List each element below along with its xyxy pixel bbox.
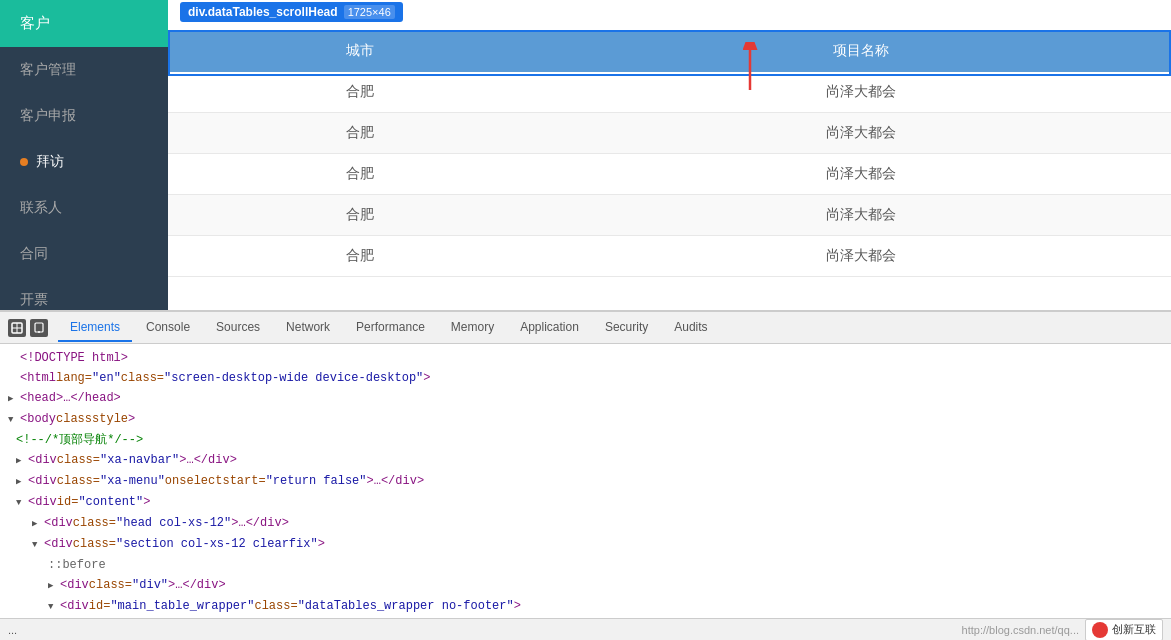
tab-performance[interactable]: Performance	[344, 314, 437, 342]
sidebar-item-label: 合同	[20, 245, 48, 263]
watermark-brand-box: 创新互联	[1085, 619, 1163, 641]
tab-network[interactable]: Network	[274, 314, 342, 342]
expand-icon[interactable]	[16, 472, 28, 491]
sidebar-item-label: 拜访	[36, 153, 64, 171]
table-row: 合肥尚泽大都会	[168, 154, 1171, 195]
code-line: <div class="section col-xs-12 clearfix" …	[0, 534, 1171, 555]
sidebar-item-label: 客户管理	[20, 61, 76, 79]
expand-icon[interactable]	[32, 535, 44, 554]
tab-security[interactable]: Security	[593, 314, 660, 342]
sidebar-item-label: 客户申报	[20, 107, 76, 125]
table-row: 合肥尚泽大都会	[168, 195, 1171, 236]
tab-sources[interactable]: Sources	[204, 314, 272, 342]
code-line: <div id="content" >	[0, 492, 1171, 513]
sidebar-item-label: 开票	[20, 291, 48, 309]
status-dots: ...	[8, 624, 17, 636]
code-line: <div class="head col-xs-12" >…</div>	[0, 513, 1171, 534]
devtools-statusbar: ... http://blog.csdn.net/qq... 创新互联	[0, 618, 1171, 640]
table-header-row: 城市 项目名称	[168, 30, 1171, 72]
table-row: 合肥尚泽大都会	[168, 72, 1171, 113]
expand-icon[interactable]	[48, 576, 60, 595]
expand-icon[interactable]	[32, 514, 44, 533]
browser-area: 客户 客户管理 客户申报 拜访 联系人 合同 开票 公海 div.dataTab…	[0, 0, 1171, 310]
sidebar-item-invoice[interactable]: 开票	[0, 277, 168, 310]
code-line: <html lang="en" class="screen-desktop-wi…	[0, 368, 1171, 388]
main-content: div.dataTables_scrollHead 1725×46 城市 项目	[168, 0, 1171, 310]
tooltip-dimensions: 1725×46	[344, 5, 395, 19]
devtools-code-area[interactable]: <!DOCTYPE html> <html lang="en" class="s…	[0, 344, 1171, 618]
tooltip-tag: div.dataTables_scrollHead	[188, 5, 338, 19]
expand-icon[interactable]	[8, 410, 20, 429]
sidebar-item-customer-report[interactable]: 客户申报	[0, 93, 168, 139]
table-row: 合肥尚泽大都会	[168, 113, 1171, 154]
devtools-panel: Elements Console Sources Network Perform…	[0, 310, 1171, 640]
expand-icon[interactable]	[16, 493, 28, 512]
code-line: <div class="xa-menu" onselectstart="retu…	[0, 471, 1171, 492]
sidebar-item-label: 联系人	[20, 199, 62, 217]
tab-console[interactable]: Console	[134, 314, 202, 342]
code-line: <!DOCTYPE html>	[0, 348, 1171, 368]
tab-elements[interactable]: Elements	[58, 314, 132, 342]
code-line: <head>…</head>	[0, 388, 1171, 409]
sidebar: 客户 客户管理 客户申报 拜访 联系人 合同 开票 公海	[0, 0, 168, 310]
table-row: 合肥尚泽大都会	[168, 236, 1171, 277]
devtools-icons	[8, 319, 48, 337]
tab-application[interactable]: Application	[508, 314, 591, 342]
watermark-url: http://blog.csdn.net/qq...	[962, 624, 1079, 636]
code-line: <div class="div" >…</div>	[0, 575, 1171, 596]
watermark: http://blog.csdn.net/qq... 创新互联	[962, 619, 1163, 641]
brand-name: 创新互联	[1112, 622, 1156, 637]
sidebar-item-contacts[interactable]: 联系人	[0, 185, 168, 231]
tab-audits[interactable]: Audits	[662, 314, 719, 342]
col-header-city: 城市	[168, 30, 551, 72]
code-line: <!--/*顶部导航*/-->	[0, 430, 1171, 450]
sidebar-item-contract[interactable]: 合同	[0, 231, 168, 277]
svg-rect-5	[35, 323, 43, 332]
sidebar-item-visit[interactable]: 拜访	[0, 139, 168, 185]
code-line: <div class="xa-navbar" >…</div>	[0, 450, 1171, 471]
code-line: ::before	[0, 555, 1171, 575]
col-header-project: 项目名称	[551, 30, 1171, 72]
sidebar-top-item[interactable]: 客户	[0, 0, 168, 47]
tab-memory[interactable]: Memory	[439, 314, 506, 342]
code-line: <div id="main_table_wrapper" class="data…	[0, 596, 1171, 617]
expand-icon[interactable]	[48, 597, 60, 616]
code-line: <body class style >	[0, 409, 1171, 430]
expand-icon[interactable]	[8, 389, 20, 408]
device-icon[interactable]	[30, 319, 48, 337]
active-dot	[20, 158, 28, 166]
devtools-toolbar: Elements Console Sources Network Perform…	[0, 312, 1171, 344]
devtools-element-tooltip: div.dataTables_scrollHead 1725×46	[180, 2, 403, 22]
brand-logo	[1092, 622, 1108, 638]
inspect-icon[interactable]	[8, 319, 26, 337]
expand-icon[interactable]	[16, 451, 28, 470]
sidebar-item-customer-mgmt[interactable]: 客户管理	[0, 47, 168, 93]
sidebar-top-label: 客户	[20, 14, 50, 33]
data-table: 城市 项目名称 合肥尚泽大都会合肥尚泽大都会合肥尚泽大都会合肥尚泽大都会合肥尚泽…	[168, 30, 1171, 277]
